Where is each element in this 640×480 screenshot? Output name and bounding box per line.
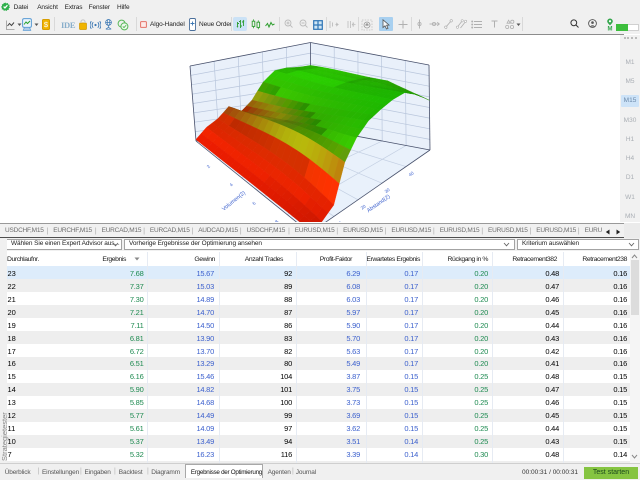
svg-text:Abstand(2): Abstand(2): [366, 194, 392, 214]
svg-text:Volumen(2): Volumen(2): [221, 190, 247, 212]
svg-text:6: 6: [251, 200, 257, 206]
svg-text:2: 2: [206, 164, 212, 170]
svg-text:8: 8: [274, 219, 280, 222]
svg-text:M: M: [608, 27, 613, 32]
svg-text:4: 4: [229, 182, 235, 188]
svg-text:10: 10: [336, 220, 343, 222]
svg-text:30: 30: [384, 187, 391, 194]
svg-text:40: 40: [408, 170, 415, 177]
